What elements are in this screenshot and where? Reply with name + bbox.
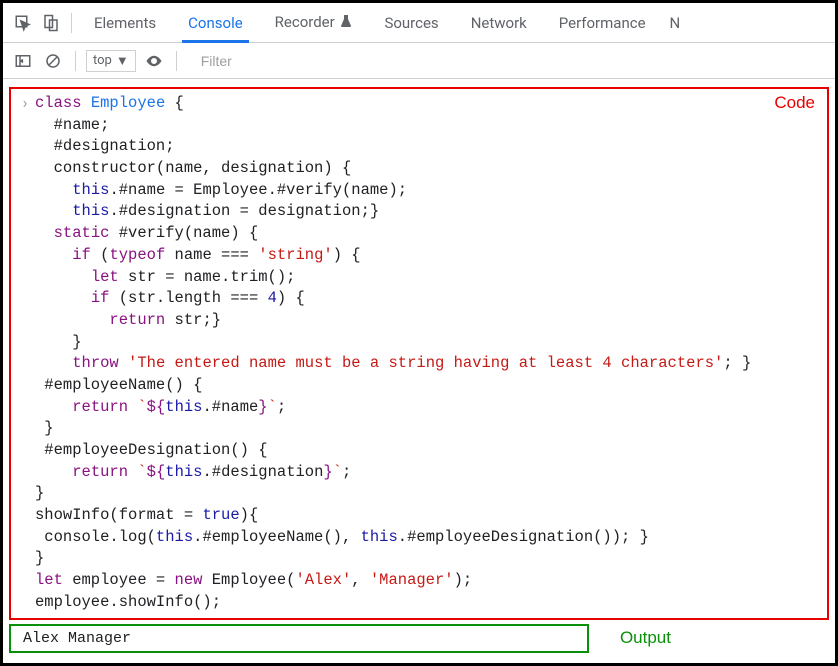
output-annotation-label: Output xyxy=(620,628,671,648)
tab-network[interactable]: Network xyxy=(457,4,541,42)
code-text: class Employee { #name; #designation; co… xyxy=(35,93,751,614)
console-toolbar: top ▼ xyxy=(3,43,835,79)
flask-icon xyxy=(340,14,352,32)
code-line: › class Employee { #name; #designation; … xyxy=(15,93,819,614)
divider xyxy=(75,51,76,71)
scope-dropdown[interactable]: top ▼ xyxy=(86,50,136,72)
tab-console[interactable]: Console xyxy=(174,4,257,42)
sidebar-toggle-icon[interactable] xyxy=(11,49,35,73)
console-output-text: Alex Manager xyxy=(23,630,131,647)
device-toggle-icon[interactable] xyxy=(39,11,63,35)
chevron-down-icon: ▼ xyxy=(116,53,129,69)
tab-performance[interactable]: Performance xyxy=(545,4,660,42)
clear-console-icon[interactable] xyxy=(41,49,65,73)
inspect-icon[interactable] xyxy=(11,11,35,35)
expand-chevron-icon[interactable]: › xyxy=(15,93,35,614)
divider xyxy=(176,51,177,71)
tab-recorder-label: Recorder xyxy=(275,13,335,31)
eye-icon[interactable] xyxy=(142,49,166,73)
tab-elements[interactable]: Elements xyxy=(80,4,170,42)
divider xyxy=(71,13,72,33)
code-block-wrapper: Code › class Employee { #name; #designat… xyxy=(9,87,829,620)
tab-recorder[interactable]: Recorder xyxy=(261,3,367,42)
code-annotation-label: Code xyxy=(774,93,815,113)
console-content: Code › class Employee { #name; #designat… xyxy=(3,79,835,661)
tab-more[interactable]: N xyxy=(664,4,681,42)
tab-sources[interactable]: Sources xyxy=(370,4,452,42)
scope-label: top xyxy=(93,53,112,68)
devtools-tabs-row: Elements Console Recorder Sources Networ… xyxy=(3,3,835,43)
output-block-wrapper: Alex Manager Output xyxy=(9,624,589,653)
filter-input[interactable] xyxy=(193,49,827,73)
